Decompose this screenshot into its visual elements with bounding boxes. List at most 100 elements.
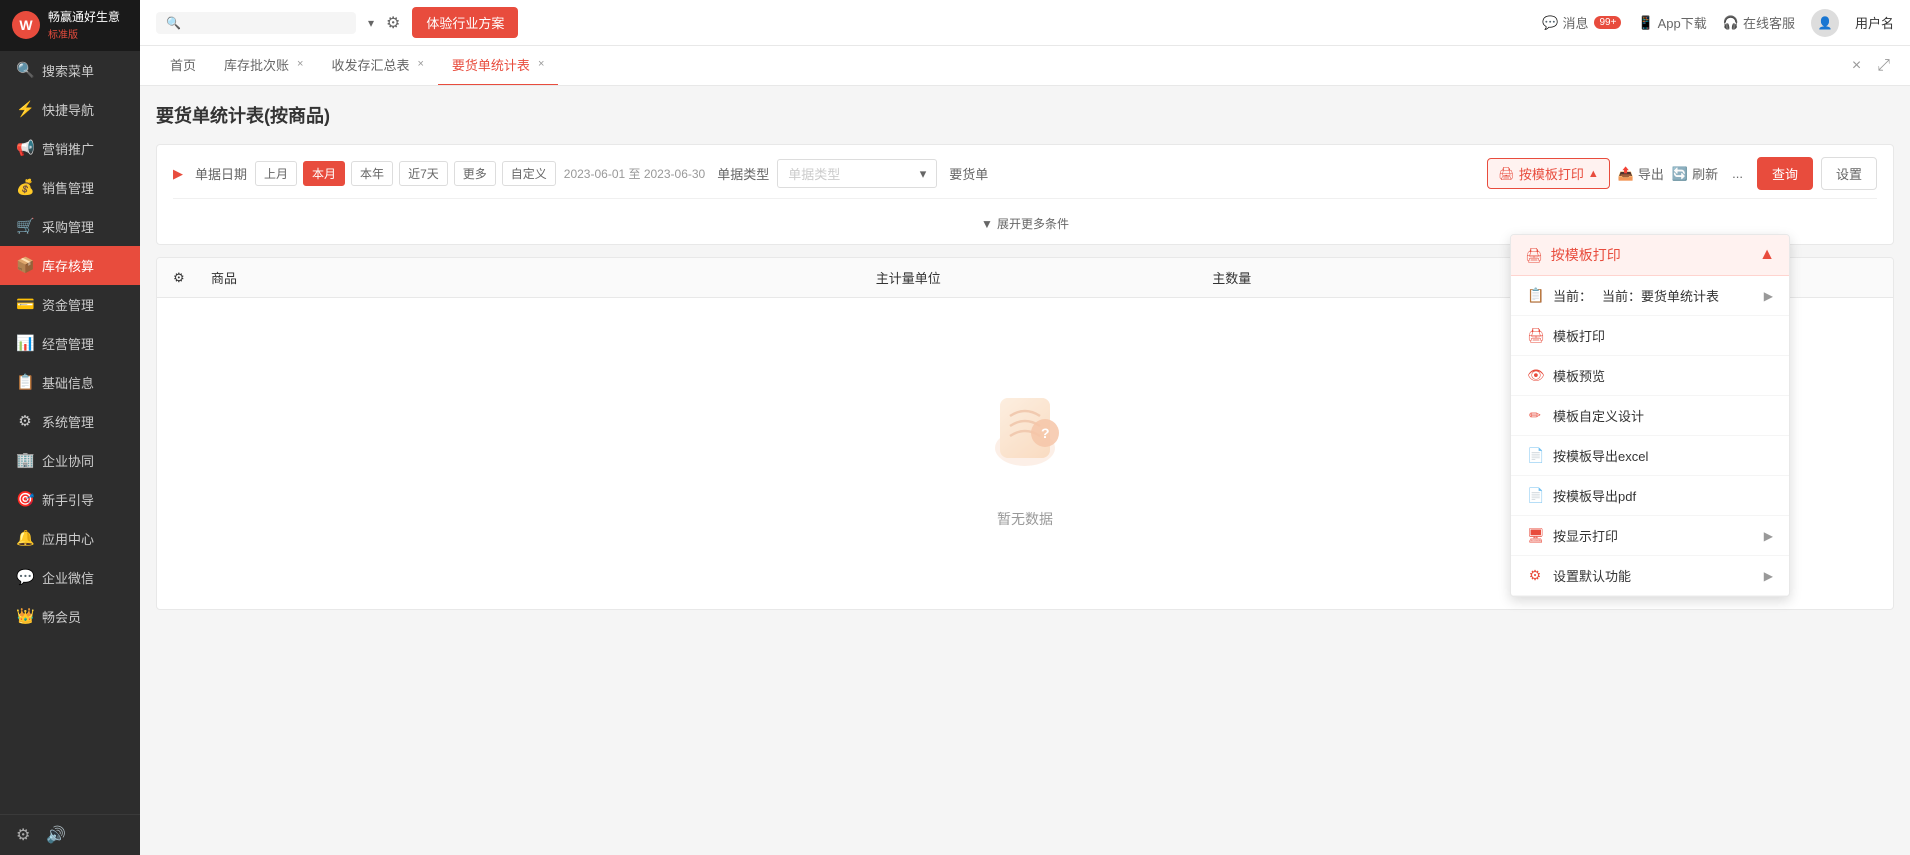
export-btn[interactable]: 📤 导出: [1618, 164, 1664, 183]
display-print-item[interactable]: 🖥 按显示打印 ▶: [1511, 516, 1789, 556]
purchase-icon: 🛒: [16, 217, 34, 235]
tab-order-stats[interactable]: 要货单统计表 ×: [438, 46, 558, 86]
export-excel-icon: 📄: [1527, 447, 1543, 464]
last-month-btn[interactable]: 上月: [255, 161, 297, 186]
quick-nav-icon: ⚡: [16, 100, 34, 118]
sidebar-item-operations[interactable]: 📊 经营管理: [0, 324, 140, 363]
sound-icon[interactable]: 🔊: [46, 825, 66, 845]
tab-close-receivable-summary[interactable]: ×: [417, 59, 423, 70]
sidebar-item-finance[interactable]: 💳 资金管理: [0, 285, 140, 324]
online-service-btn[interactable]: 🎧 在线客服: [1723, 13, 1795, 32]
export-icon: 📤: [1618, 166, 1634, 182]
empty-svg-icon: ?: [975, 378, 1075, 478]
type-filter-section: 单据类型 单据类型 ▾: [717, 159, 937, 188]
sidebar-item-basic-info[interactable]: 📋 基础信息: [0, 363, 140, 402]
inventory-icon: 📦: [16, 256, 34, 274]
sales-icon: 💰: [16, 178, 34, 196]
topbar-gear-icon[interactable]: ⚙: [386, 13, 400, 33]
messages-icon: 💬: [1542, 15, 1558, 31]
refresh-btn[interactable]: 🔄 刷新: [1672, 164, 1718, 183]
type-filter-label: 单据类型: [717, 164, 769, 183]
col-qty-header: 主数量: [1212, 268, 1540, 287]
col-settings-header[interactable]: ⚙: [173, 270, 203, 286]
sidebar-item-sales[interactable]: 💰 销售管理: [0, 168, 140, 207]
sidebar-item-quick-nav[interactable]: ⚡ 快捷导航: [0, 90, 140, 129]
tab-home[interactable]: 首页: [156, 46, 210, 86]
col-product-header: 商品: [211, 268, 868, 287]
sidebar-item-app-center[interactable]: 🔔 应用中心: [0, 519, 140, 558]
sidebar-bottom: ⚙ 🔊: [0, 814, 140, 855]
toolbar-buttons: 🖨 按模板打印 ▲ 📤 导出 🔄 刷新 ... 查询 设置: [1487, 157, 1877, 190]
tab-maximize-btn[interactable]: ⤢: [1873, 57, 1894, 75]
template-design-icon: ✏: [1527, 407, 1543, 424]
default-func-item[interactable]: ⚙ 设置默认功能 ▶: [1511, 556, 1789, 596]
sidebar-item-guide[interactable]: 🎯 新手引导: [0, 480, 140, 519]
print-dropdown: 🖨 按模板打印 ▲ 📋 当前： 当前：要货单统计表 ▶ 🖨 模板打印: [1510, 234, 1790, 597]
more-actions-btn[interactable]: ...: [1726, 164, 1749, 183]
print-chevron-up: ▲: [1588, 168, 1599, 180]
enterprise-wechat-icon: 💬: [16, 568, 34, 586]
print-dropdown-close-chevron[interactable]: ▲: [1759, 246, 1775, 264]
app-download-btn[interactable]: 📱 App下载: [1637, 13, 1706, 32]
member-icon: 👑: [16, 607, 34, 625]
sidebar-item-member[interactable]: 👑 畅会员: [0, 597, 140, 636]
finance-icon: 💳: [16, 295, 34, 313]
sidebar-item-enterprise[interactable]: 🏢 企业协同: [0, 441, 140, 480]
template-design-item[interactable]: ✏ 模板自定义设计: [1511, 396, 1789, 436]
custom-btn[interactable]: 自定义: [502, 161, 556, 186]
print-template-btn[interactable]: 🖨 按模板打印 ▲: [1487, 158, 1609, 189]
expand-more-chevron: ▼: [981, 217, 993, 231]
tabs-actions: × ⤢: [1848, 57, 1894, 75]
sidebar-item-enterprise-wechat[interactable]: 💬 企业微信: [0, 558, 140, 597]
template-preview-item[interactable]: 👁 模板预览: [1511, 356, 1789, 396]
sidebar-item-inventory[interactable]: 📦 库存核算: [0, 246, 140, 285]
expand-more-row: ▼ 展开更多条件: [173, 198, 1877, 232]
topbar-search[interactable]: 🔍: [156, 12, 356, 34]
topbar-dropdown[interactable]: ▾: [368, 16, 374, 30]
expand-more-btn[interactable]: ▼ 展开更多条件: [173, 215, 1877, 232]
page-title: 要货单统计表(按商品): [156, 102, 1894, 128]
col-unit-header: 主计量单位: [876, 268, 1204, 287]
display-print-chevron: ▶: [1764, 529, 1773, 543]
print-dropdown-header[interactable]: 🖨 按模板打印 ▲: [1511, 235, 1789, 276]
print-dropdown-icon: 🖨: [1525, 247, 1543, 264]
export-pdf-item[interactable]: 📄 按模板导出pdf: [1511, 476, 1789, 516]
settings-icon[interactable]: ⚙: [16, 825, 30, 845]
default-func-icon: ⚙: [1527, 567, 1543, 584]
sidebar-item-marketing[interactable]: 📢 营销推广: [0, 129, 140, 168]
last-7-days-btn[interactable]: 近7天: [399, 161, 448, 186]
messages-btn[interactable]: 💬 消息 99+: [1542, 13, 1621, 32]
order-type-label: 要货单: [949, 164, 988, 183]
export-excel-item[interactable]: 📄 按模板导出excel: [1511, 436, 1789, 476]
settings-btn[interactable]: 设置: [1821, 157, 1877, 190]
print-dropdown-title-area: 🖨 按模板打印: [1525, 245, 1621, 265]
tabs-bar: 首页 库存批次账 × 收发存汇总表 × 要货单统计表 × × ⤢: [140, 46, 1910, 86]
app-center-icon: 🔔: [16, 529, 34, 547]
type-select[interactable]: 单据类型 ▾: [777, 159, 937, 188]
sidebar-item-purchase[interactable]: 🛒 采购管理: [0, 207, 140, 246]
user-avatar[interactable]: 👤: [1811, 9, 1839, 37]
current-year-btn[interactable]: 本年: [351, 161, 393, 186]
current-template-item[interactable]: 📋 当前： 当前：要货单统计表 ▶: [1511, 276, 1789, 316]
tab-close-all-btn[interactable]: ×: [1848, 57, 1865, 75]
industry-btn[interactable]: 体验行业方案: [412, 7, 518, 38]
sidebar: W 畅赢通好生意 标准版 🔍 搜索菜单 ⚡ 快捷导航 📢 营销推广 💰 销售管理…: [0, 0, 140, 855]
guide-icon: 🎯: [16, 490, 34, 508]
export-pdf-icon: 📄: [1527, 487, 1543, 504]
query-btn[interactable]: 查询: [1757, 157, 1813, 190]
current-month-btn[interactable]: 本月: [303, 161, 345, 186]
sidebar-item-search[interactable]: 🔍 搜索菜单: [0, 51, 140, 90]
tab-inventory-batch[interactable]: 库存批次账 ×: [210, 46, 317, 86]
template-print-item[interactable]: 🖨 模板打印: [1511, 316, 1789, 356]
sidebar-item-system[interactable]: ⚙ 系统管理: [0, 402, 140, 441]
filter-row: ▶ 单据日期 上月 本月 本年 近7天 更多 自定义 2023-06-01 至 …: [173, 157, 1877, 190]
filter-expand-toggle[interactable]: ▶: [173, 166, 183, 182]
marketing-icon: 📢: [16, 139, 34, 157]
settings-col-icon: ⚙: [173, 270, 185, 285]
tab-receivable-summary[interactable]: 收发存汇总表 ×: [317, 46, 437, 86]
search-menu-icon: 🔍: [16, 61, 34, 79]
tab-close-inventory-batch[interactable]: ×: [297, 59, 303, 70]
tab-close-order-stats[interactable]: ×: [538, 59, 544, 70]
order-type-label-section: 要货单: [949, 164, 988, 183]
more-btn[interactable]: 更多: [454, 161, 496, 186]
